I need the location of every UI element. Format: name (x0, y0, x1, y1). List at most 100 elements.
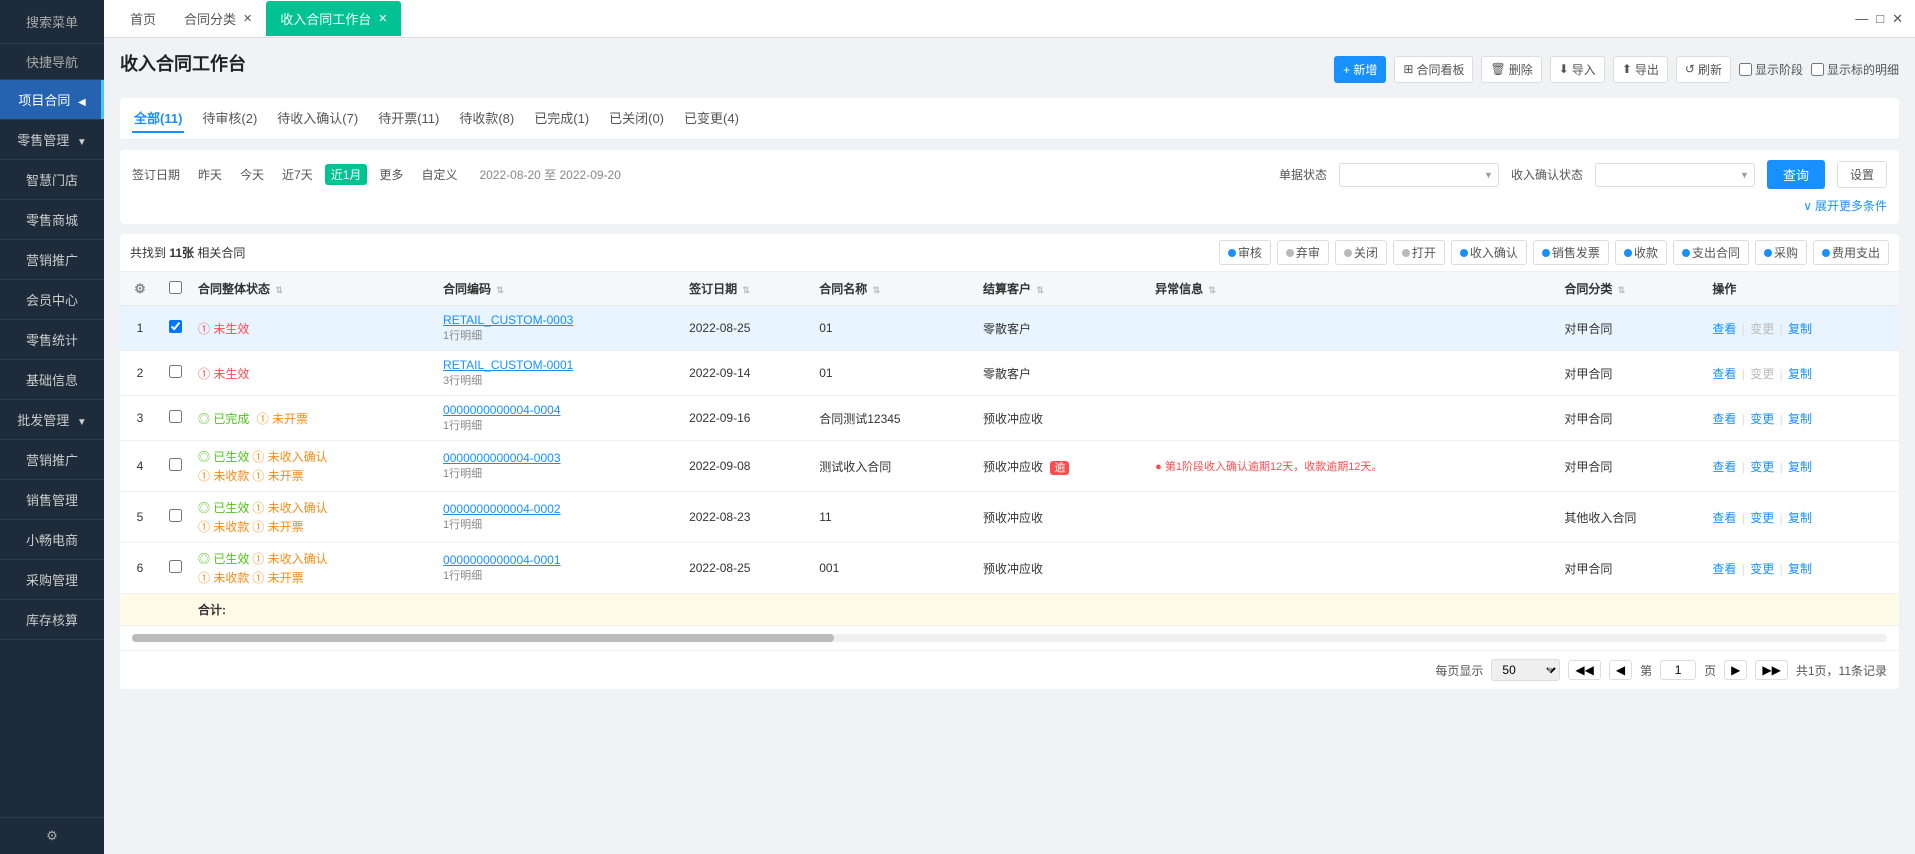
sales-invoice-button[interactable]: 销售发票 (1533, 240, 1609, 265)
status-tab-all[interactable]: 全部(11) (132, 104, 184, 133)
purchase-button[interactable]: 采购 (1755, 240, 1807, 265)
view-button[interactable]: 查看 (1712, 367, 1736, 381)
row-check-input[interactable] (169, 320, 182, 333)
prev-page-button[interactable]: ◀ (1609, 660, 1632, 680)
contract-link[interactable]: 0000000000004-0002 (443, 502, 560, 516)
row-check-input[interactable] (169, 410, 182, 423)
sidebar-item-project[interactable]: 项目合同 ◀ (0, 80, 104, 120)
view-button[interactable]: 查看 (1712, 412, 1736, 426)
sidebar-quick-nav[interactable]: 快捷导航 (0, 44, 104, 80)
date-more[interactable]: 更多 (373, 164, 409, 185)
first-page-button[interactable]: ◀◀ (1568, 660, 1600, 680)
tab-contract-category[interactable]: 合同分类 ✕ (170, 1, 266, 36)
sidebar-item-basic-info[interactable]: 基础信息 (0, 360, 104, 400)
sidebar-item-marketing2[interactable]: 营销推广 (0, 440, 104, 480)
sidebar-item-retail[interactable]: 零售管理 ▼ (0, 120, 104, 160)
row-check-input[interactable] (169, 458, 182, 471)
sidebar-item-member[interactable]: 会员中心 (0, 280, 104, 320)
status-tab-pending-invoice[interactable]: 待开票(11) (376, 104, 441, 133)
change-button[interactable]: 变更 (1750, 511, 1774, 525)
expense-out-button[interactable]: 费用支出 (1813, 240, 1889, 265)
contract-link[interactable]: RETAIL_CUSTOM-0003 (443, 313, 573, 327)
import-button[interactable]: ⬇ 导入 (1550, 56, 1605, 83)
review-button[interactable]: 审核 (1219, 240, 1271, 265)
view-button[interactable]: 查看 (1712, 322, 1736, 336)
dashboard-button[interactable]: ⊞ 合同看板 (1394, 56, 1473, 83)
date-custom[interactable]: 自定义 (415, 164, 463, 185)
set-button[interactable]: 设置 (1837, 161, 1887, 188)
change-button[interactable]: 变更 (1750, 412, 1774, 426)
income-confirm-button[interactable]: 收入确认 (1451, 240, 1527, 265)
row-check-input[interactable] (169, 365, 182, 378)
next-page-button[interactable]: ▶ (1724, 660, 1747, 680)
confirm-status-select[interactable] (1595, 163, 1755, 187)
sidebar-item-retail-mall[interactable]: 零售商城 (0, 200, 104, 240)
abandon-button[interactable]: 弃审 (1277, 240, 1329, 265)
sidebar-item-marketing[interactable]: 营销推广 (0, 240, 104, 280)
status-tab-changed[interactable]: 已变更(4) (682, 104, 741, 133)
status-tab-pending-collection[interactable]: 待收款(8) (457, 104, 516, 133)
row-check-input[interactable] (169, 560, 182, 573)
expense-contract-button[interactable]: 支出合同 (1673, 240, 1749, 265)
copy-button[interactable]: 复制 (1788, 412, 1812, 426)
sidebar-item-sales[interactable]: 销售管理 (0, 480, 104, 520)
contract-link[interactable]: RETAIL_CUSTOM-0001 (443, 358, 573, 372)
close-icon[interactable]: ✕ (1892, 11, 1903, 27)
tab-home[interactable]: 首页 (116, 1, 170, 36)
collection-button[interactable]: 收款 (1615, 240, 1667, 265)
tab-income-workbench[interactable]: 收入合同工作台 ✕ (266, 1, 401, 36)
contract-link[interactable]: 0000000000004-0001 (443, 553, 560, 567)
sidebar-item-inventory[interactable]: 库存核算 (0, 600, 104, 640)
change-button[interactable]: 变更 (1750, 562, 1774, 576)
view-button[interactable]: 查看 (1712, 562, 1736, 576)
sidebar-item-purchase[interactable]: 采购管理 (0, 560, 104, 600)
select-all-checkbox[interactable] (169, 281, 182, 294)
per-page-select[interactable]: 50 20 100 (1491, 659, 1560, 681)
date-1month[interactable]: 近1月 (325, 164, 368, 185)
delete-button[interactable]: 🗑 删除 (1481, 56, 1541, 83)
status-tab-pending-confirm[interactable]: 待收入确认(7) (275, 104, 360, 133)
view-button[interactable]: 查看 (1712, 460, 1736, 474)
query-button[interactable]: 查询 (1767, 160, 1825, 189)
new-button[interactable]: + 新增 (1334, 56, 1386, 83)
tab-close-icon[interactable]: ✕ (378, 12, 387, 25)
copy-button[interactable]: 复制 (1788, 367, 1812, 381)
contract-link[interactable]: 0000000000004-0004 (443, 403, 560, 417)
copy-button[interactable]: 复制 (1788, 562, 1812, 576)
row-check-input[interactable] (169, 509, 182, 522)
minimize-icon[interactable]: — (1855, 11, 1868, 26)
date-yesterday[interactable]: 昨天 (192, 164, 228, 185)
copy-button[interactable]: 复制 (1788, 460, 1812, 474)
print-button[interactable]: 打开 (1393, 240, 1445, 265)
show-stages-input[interactable] (1739, 63, 1752, 76)
settings-icon[interactable]: ⚙ (134, 281, 146, 296)
sidebar-item-retail-stats[interactable]: 零售统计 (0, 320, 104, 360)
copy-button[interactable]: 复制 (1788, 322, 1812, 336)
show-details-input[interactable] (1811, 63, 1824, 76)
refresh-button[interactable]: ↺ 刷新 (1676, 56, 1731, 83)
export-button[interactable]: ⬆ 导出 (1613, 56, 1668, 83)
tab-close-icon[interactable]: ✕ (243, 12, 252, 25)
date-today[interactable]: 今天 (234, 164, 270, 185)
contract-link[interactable]: 0000000000004-0003 (443, 451, 560, 465)
sidebar-item-xiaochang[interactable]: 小畅电商 (0, 520, 104, 560)
expand-filter-button[interactable]: ∨ 展开更多条件 (1803, 197, 1887, 214)
status-tab-pending-review[interactable]: 待审核(2) (200, 104, 259, 133)
sidebar-settings[interactable]: ⚙ (0, 817, 104, 854)
doc-status-select[interactable] (1339, 163, 1499, 187)
status-tab-completed[interactable]: 已完成(1) (532, 104, 591, 133)
show-stages-checkbox[interactable]: 显示阶段 (1739, 61, 1803, 78)
horizontal-scrollbar[interactable] (132, 634, 1887, 642)
copy-button[interactable]: 复制 (1788, 511, 1812, 525)
sidebar-item-smart-store[interactable]: 智慧门店 (0, 160, 104, 200)
sidebar-search[interactable]: 搜索菜单 (0, 0, 104, 44)
close-contract-button[interactable]: 关闭 (1335, 240, 1387, 265)
date-7days[interactable]: 近7天 (276, 164, 319, 185)
change-button[interactable]: 变更 (1750, 460, 1774, 474)
last-page-button[interactable]: ▶▶ (1755, 660, 1787, 680)
change-button[interactable]: 变更 (1750, 322, 1774, 336)
change-button[interactable]: 变更 (1750, 367, 1774, 381)
view-button[interactable]: 查看 (1712, 511, 1736, 525)
show-details-checkbox[interactable]: 显示标的明细 (1811, 61, 1899, 78)
status-tab-closed[interactable]: 已关闭(0) (607, 104, 666, 133)
